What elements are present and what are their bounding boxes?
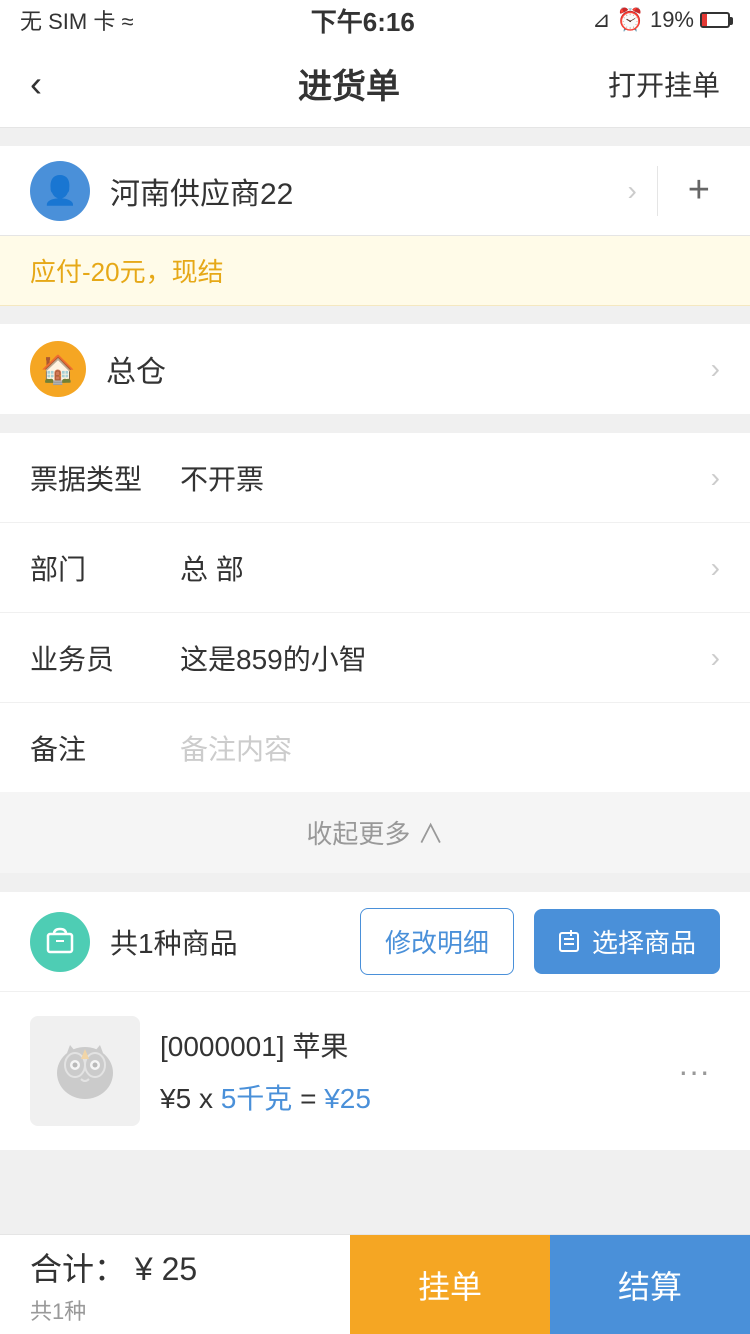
checkout-button[interactable]: 结算 (550, 1235, 750, 1334)
total-count: 共1种 (30, 1294, 320, 1326)
product-icon (30, 912, 90, 972)
divider-4 (0, 873, 750, 891)
select-icon (558, 929, 584, 955)
status-bar: 无 SIM 卡 ≈ 下午6:16 ⊿ ⏰ 19% (0, 0, 750, 40)
department-row[interactable]: 部门 总 部 › (0, 522, 750, 612)
select-product-button[interactable]: 选择商品 (534, 909, 720, 974)
nav-bar: ‹ 进货单 打开挂单 (0, 40, 750, 128)
product-header: 共1种商品 修改明细 选择商品 (0, 891, 750, 991)
modify-detail-button[interactable]: 修改明细 (360, 908, 514, 975)
product-info: [0000001] 苹果 ¥5 x 5千克 = ¥25 (160, 1025, 648, 1117)
product-price: ¥5 x 5千克 = ¥25 (160, 1077, 648, 1117)
total-value: ¥ 25 (135, 1251, 197, 1287)
ticket-type-row[interactable]: 票据类型 不开票 › (0, 432, 750, 522)
sales-person-label: 业务员 (30, 638, 170, 678)
status-right: ⊿ ⏰ 19% (592, 7, 730, 33)
sales-person-row[interactable]: 业务员 这是859的小智 › (0, 612, 750, 702)
chevron-right-icon: › (711, 462, 720, 494)
status-time: 下午6:16 (311, 2, 415, 39)
add-supplier-button[interactable]: + (678, 169, 720, 212)
product-thumbnail (30, 1016, 140, 1126)
remark-placeholder: 备注内容 (170, 728, 720, 768)
battery-icon (700, 12, 730, 28)
equals-sign: = (300, 1083, 324, 1114)
warehouse-section: 🏠 总仓 › (0, 324, 750, 414)
page-title: 进货单 (298, 59, 400, 108)
supplier-avatar: 👤 (30, 161, 90, 221)
total-price: ¥25 (324, 1083, 371, 1114)
home-icon: 🏠 (41, 353, 76, 386)
ticket-type-value: 不开票 (170, 458, 711, 498)
remark-label: 备注 (30, 728, 170, 768)
divider-3 (0, 414, 750, 432)
quantity: 5千克 (221, 1083, 293, 1114)
alarm-icon: ⏰ (617, 7, 644, 33)
divider-1 (0, 128, 750, 146)
product-more-button[interactable]: ··· (668, 1043, 720, 1100)
chevron-right-icon: › (627, 175, 636, 207)
chevron-right-icon: › (711, 552, 720, 584)
chevron-right-icon: › (711, 642, 720, 674)
total-label: 合计： (30, 1251, 126, 1287)
collapse-button[interactable]: 收起更多 ∧ (0, 792, 750, 873)
supplier-divider (657, 166, 658, 216)
total-section: 合计： ¥ 25 共1种 (0, 1235, 350, 1334)
product-code: [0000001] (160, 1031, 285, 1062)
divider-2 (0, 306, 750, 324)
sales-person-value: 这是859的小智 (170, 638, 711, 678)
department-label: 部门 (30, 548, 170, 588)
form-section: 票据类型 不开票 › 部门 总 部 › 业务员 这是859的小智 › 备注 备注… (0, 432, 750, 792)
battery-level: 19% (650, 7, 694, 33)
back-button[interactable]: ‹ (30, 63, 90, 105)
chevron-right-icon: › (711, 353, 720, 385)
supplier-section: 👤 河南供应商22 › + 应付-20元，现结 (0, 146, 750, 306)
product-name: [0000001] 苹果 (160, 1025, 648, 1065)
product-title: 苹果 (292, 1031, 348, 1062)
supplier-name: 河南供应商22 (110, 169, 627, 213)
open-hang-button[interactable]: 打开挂单 (608, 64, 720, 104)
avatar-icon: 👤 (43, 174, 78, 207)
warehouse-icon: 🏠 (30, 341, 86, 397)
total-amount: 合计： ¥ 25 (30, 1244, 320, 1290)
notice-bar: 应付-20元，现结 (0, 236, 750, 306)
bottom-bar: 合计： ¥ 25 共1种 挂单 结算 (0, 1234, 750, 1334)
ticket-type-label: 票据类型 (30, 458, 170, 498)
product-owl-logo (45, 1031, 125, 1111)
warehouse-name: 总仓 (106, 347, 711, 391)
remark-row[interactable]: 备注 备注内容 (0, 702, 750, 792)
location-icon: ⊿ (592, 7, 610, 33)
cart-icon (44, 926, 76, 958)
product-section: 共1种商品 修改明细 选择商品 (0, 891, 750, 1150)
select-product-label: 选择商品 (592, 923, 696, 960)
multiply-sign: x (199, 1083, 221, 1114)
hang-button[interactable]: 挂单 (350, 1235, 550, 1334)
sim-status: 无 SIM 卡 ≈ (20, 4, 134, 36)
status-left: 无 SIM 卡 ≈ (20, 4, 134, 36)
product-item: [0000001] 苹果 ¥5 x 5千克 = ¥25 ··· (0, 991, 750, 1150)
department-value: 总 部 (170, 548, 711, 588)
product-count: 共1种商品 (110, 922, 340, 962)
unit-price: ¥5 (160, 1083, 191, 1114)
supplier-row[interactable]: 👤 河南供应商22 › + (0, 146, 750, 236)
warehouse-row[interactable]: 🏠 总仓 › (0, 324, 750, 414)
